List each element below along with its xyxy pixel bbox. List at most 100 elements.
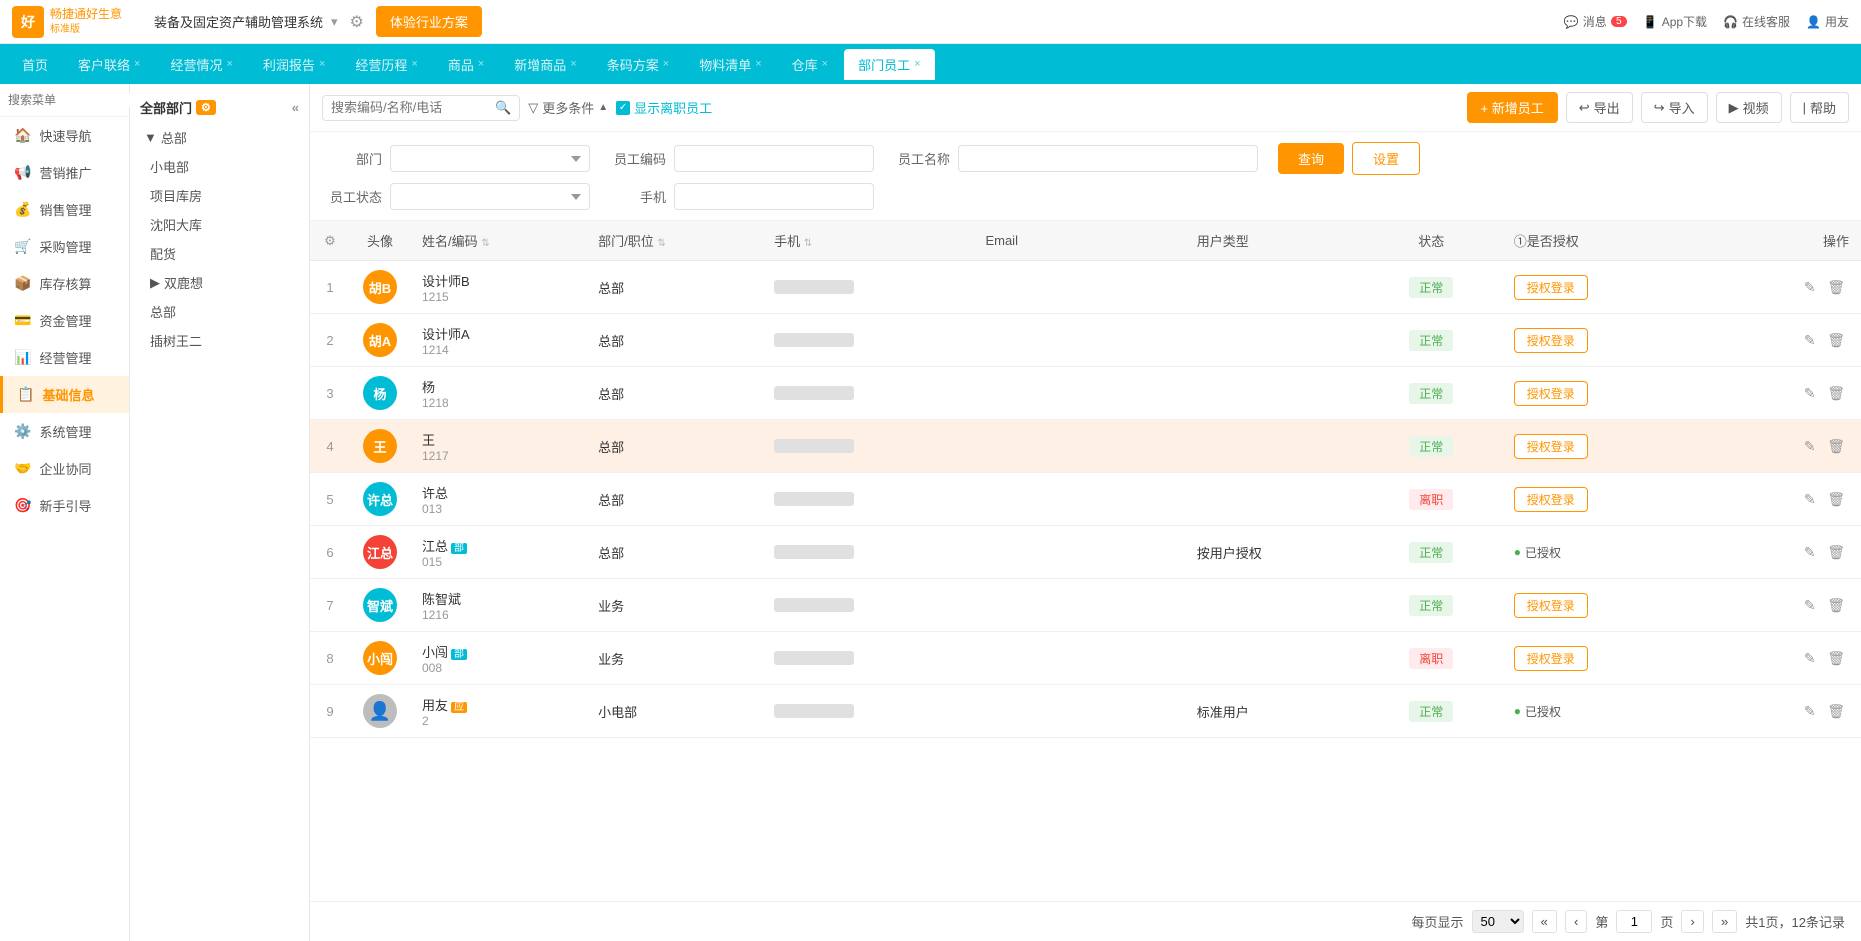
dept-node-head[interactable]: ▼总部 — [134, 123, 305, 152]
sidebar-item-bizmanage[interactable]: 📊经营管理 — [0, 339, 129, 376]
row-auth[interactable]: 授权登录 — [1502, 473, 1678, 526]
auth-btn[interactable]: 授权登录 — [1514, 593, 1588, 618]
emp-status-select[interactable] — [390, 183, 590, 210]
col-name-header[interactable]: 姓名/编码 ⇅ — [410, 221, 586, 261]
tab-operation[interactable]: 经营情况× — [156, 49, 246, 80]
tab-home[interactable]: 首页 — [8, 49, 62, 80]
app-download-btn[interactable]: 📱 App下载 — [1643, 13, 1707, 30]
delete-btn[interactable]: 🗑 — [1823, 595, 1849, 616]
more-filter-btn[interactable]: ▽ 更多条件 ▲ — [528, 98, 608, 117]
tab-history[interactable]: 经营历程× — [341, 49, 431, 80]
first-page-btn[interactable]: « — [1532, 910, 1557, 933]
last-page-btn[interactable]: » — [1712, 910, 1737, 933]
tab-department-close[interactable]: × — [914, 58, 920, 70]
tab-add-goods[interactable]: 新增商品× — [500, 49, 590, 80]
phone-input[interactable] — [674, 183, 874, 210]
row-auth[interactable]: 授权登录 — [1502, 314, 1678, 367]
sidebar-item-sales[interactable]: 💰销售管理 — [0, 191, 129, 228]
dept-node-xiaodian[interactable]: 小电部 — [134, 152, 305, 181]
search-input[interactable] — [331, 100, 491, 115]
col-dept-header[interactable]: 部门/职位 ⇅ — [586, 221, 762, 261]
sidebar-item-collab[interactable]: 🤝企业协同 — [0, 450, 129, 487]
row-auth[interactable]: 授权登录 — [1502, 261, 1678, 314]
edit-btn[interactable]: ✎ — [1800, 489, 1820, 510]
sidebar-item-purchase[interactable]: 🛒采购管理 — [0, 228, 129, 265]
tab-bom-close[interactable]: × — [755, 58, 761, 70]
delete-btn[interactable]: 🗑 — [1823, 701, 1849, 722]
sidebar-item-stock[interactable]: 📦库存核算 — [0, 265, 129, 302]
dept-collapse-btn[interactable]: « — [292, 100, 299, 115]
dept-node-peihuo[interactable]: 配货 — [134, 239, 305, 268]
add-employee-btn[interactable]: + 新增员工 — [1467, 92, 1558, 123]
page-number-input[interactable] — [1616, 910, 1652, 933]
dept-node-shuanglu[interactable]: ▶双鹿想 — [134, 268, 305, 297]
system-title-area[interactable]: 装备及固定资产辅助管理系统 ▾ — [154, 12, 338, 31]
emp-name-input[interactable] — [958, 145, 1258, 172]
tab-barcode-close[interactable]: × — [663, 58, 669, 70]
edit-btn[interactable]: ✎ — [1800, 330, 1820, 351]
import-btn[interactable]: ↪ 导入 — [1641, 92, 1708, 123]
edit-btn[interactable]: ✎ — [1800, 277, 1820, 298]
auth-btn[interactable]: 授权登录 — [1514, 434, 1588, 459]
sidebar-item-guide[interactable]: 🎯新手引导 — [0, 487, 129, 524]
gear-icon[interactable]: ⚙ — [350, 12, 364, 32]
emp-code-input[interactable] — [674, 145, 874, 172]
edit-btn[interactable]: ✎ — [1800, 383, 1820, 404]
sidebar-item-finance[interactable]: 💳资金管理 — [0, 302, 129, 339]
message-btn[interactable]: 💬 消息 5 — [1564, 13, 1627, 30]
delete-btn[interactable]: 🗑 — [1823, 383, 1849, 404]
online-service-btn[interactable]: 🎧 在线客服 — [1723, 13, 1790, 30]
sidebar-item-quicknav[interactable]: 🏠快速导航 — [0, 117, 129, 154]
edit-btn[interactable]: ✎ — [1800, 436, 1820, 457]
sidebar-item-baseinfo[interactable]: 📋基础信息 — [0, 376, 129, 413]
prev-page-btn[interactable]: ‹ — [1565, 910, 1587, 933]
tab-warehouse[interactable]: 仓库× — [778, 49, 842, 80]
delete-btn[interactable]: 🗑 — [1823, 489, 1849, 510]
help-btn[interactable]: | 帮助 — [1790, 92, 1849, 123]
system-dropdown-chevron[interactable]: ▾ — [331, 14, 338, 30]
dept-node-project[interactable]: 项目库房 — [134, 181, 305, 210]
auth-btn[interactable]: 授权登录 — [1514, 381, 1588, 406]
col-phone-header[interactable]: 手机 ⇅ — [762, 221, 973, 261]
tab-bom[interactable]: 物料清单× — [685, 49, 775, 80]
view-btn[interactable]: ▶ 视频 — [1716, 92, 1782, 123]
set-btn[interactable]: 设置 — [1352, 142, 1420, 175]
tab-goods-close[interactable]: × — [478, 58, 484, 70]
edit-btn[interactable]: ✎ — [1800, 701, 1820, 722]
dept-node-chashuwang[interactable]: 插树王二 — [134, 326, 305, 355]
delete-btn[interactable]: 🗑 — [1823, 330, 1849, 351]
edit-btn[interactable]: ✎ — [1800, 648, 1820, 669]
auth-btn[interactable]: 授权登录 — [1514, 275, 1588, 300]
tab-operation-close[interactable]: × — [226, 58, 232, 70]
auth-btn[interactable]: 授权登录 — [1514, 487, 1588, 512]
auth-btn[interactable]: 授权登录 — [1514, 328, 1588, 353]
tab-barcode[interactable]: 条码方案× — [593, 49, 683, 80]
row-auth[interactable]: 授权登录 — [1502, 579, 1678, 632]
per-page-select[interactable]: 50 20 100 — [1472, 910, 1524, 933]
delete-btn[interactable]: 🗑 — [1823, 277, 1849, 298]
query-btn[interactable]: 查询 — [1278, 143, 1344, 174]
tab-add-goods-close[interactable]: × — [570, 58, 576, 70]
tab-goods[interactable]: 商品× — [434, 49, 498, 80]
tab-profit-close[interactable]: × — [319, 58, 325, 70]
tab-profit[interactable]: 利润报告× — [249, 49, 339, 80]
dept-select[interactable] — [390, 145, 590, 172]
export-btn[interactable]: ↩ 导出 — [1566, 92, 1633, 123]
search-icon[interactable]: 🔍 — [495, 100, 511, 116]
tab-department[interactable]: 部门员工× — [844, 49, 934, 80]
tab-history-close[interactable]: × — [411, 58, 417, 70]
next-page-btn[interactable]: › — [1681, 910, 1703, 933]
delete-btn[interactable]: 🗑 — [1823, 542, 1849, 563]
auth-btn[interactable]: 授权登录 — [1514, 646, 1588, 671]
user-btn[interactable]: 👤 用友 — [1806, 13, 1849, 30]
dept-node-shenyang[interactable]: 沈阳大库 — [134, 210, 305, 239]
show-resigned-toggle[interactable]: ✓ 显示离职员工 — [616, 98, 712, 117]
tab-customer[interactable]: 客户联络× — [64, 49, 154, 80]
delete-btn[interactable]: 🗑 — [1823, 436, 1849, 457]
dept-node-zongbu[interactable]: 总部 — [134, 297, 305, 326]
row-auth[interactable]: 授权登录 — [1502, 420, 1678, 473]
row-auth[interactable]: 授权登录 — [1502, 367, 1678, 420]
tab-customer-close[interactable]: × — [134, 58, 140, 70]
delete-btn[interactable]: 🗑 — [1823, 648, 1849, 669]
settings-icon[interactable]: ⚙ — [324, 233, 336, 248]
